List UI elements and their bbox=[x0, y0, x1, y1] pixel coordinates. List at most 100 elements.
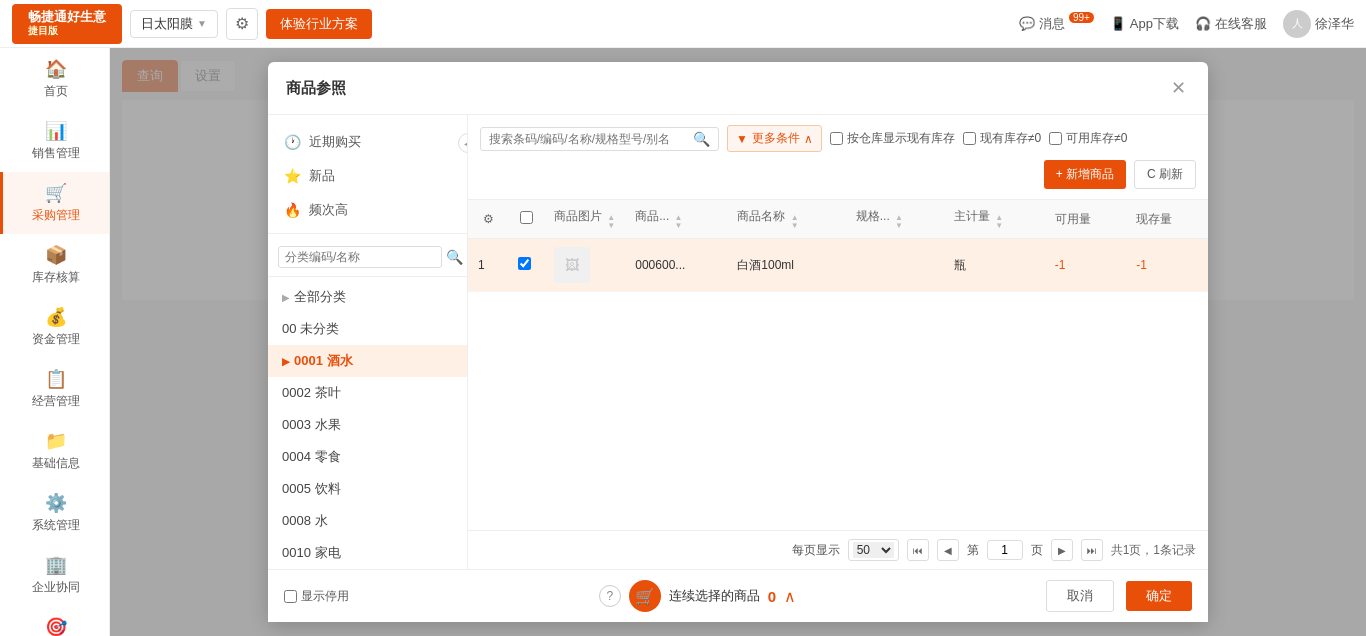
enterprise-icon: 🏢 bbox=[45, 554, 67, 576]
category-fruit[interactable]: 0003 水果 bbox=[268, 409, 467, 441]
first-page-btn[interactable]: ⏮ bbox=[907, 539, 929, 561]
operations-icon: 📋 bbox=[45, 368, 67, 390]
select-all-checkbox[interactable] bbox=[520, 211, 533, 224]
modal-close-button[interactable]: ✕ bbox=[1166, 76, 1190, 100]
product-reference-modal: 商品参照 ✕ 🕐 近期购买 bbox=[268, 62, 1208, 622]
category-all[interactable]: ▶ 全部分类 bbox=[268, 281, 467, 313]
available-not-zero-checkbox[interactable]: 可用库存≠0 bbox=[1049, 130, 1127, 147]
sidebar-item-operations[interactable]: 📋 经营管理 bbox=[0, 358, 109, 420]
category-beverage-label: 0005 饮料 bbox=[282, 480, 341, 498]
username: 徐泽华 bbox=[1315, 15, 1354, 33]
sidebar-label-inventory: 库存核算 bbox=[32, 269, 80, 286]
basic-info-icon: 📁 bbox=[45, 430, 67, 452]
more-filter-label: 更多条件 bbox=[752, 130, 800, 147]
last-page-btn[interactable]: ⏭ bbox=[1081, 539, 1103, 561]
main-area: 查询 设置 商品参照 ✕ bbox=[110, 48, 1366, 636]
available-not-zero-check[interactable] bbox=[1049, 132, 1062, 145]
td-checkbox[interactable] bbox=[508, 239, 544, 292]
stock-not-zero-checkbox[interactable]: 现有库存≠0 bbox=[963, 130, 1041, 147]
toolbar-right: + 新增商品 C 刷新 bbox=[1044, 160, 1196, 189]
home-icon: 🏠 bbox=[45, 58, 67, 80]
category-water-label: 0008 水 bbox=[282, 512, 328, 530]
th-unit[interactable]: 主计量 ▲▼ bbox=[944, 200, 1045, 239]
show-stock-by-warehouse-check[interactable] bbox=[830, 132, 843, 145]
category-liquor-label: 0001 酒水 bbox=[294, 352, 353, 370]
app-download-nav[interactable]: 📱 App下载 bbox=[1110, 15, 1179, 33]
cart-icon-button[interactable]: 🛒 bbox=[629, 580, 661, 612]
customer-service-label: 在线客服 bbox=[1215, 15, 1267, 33]
cancel-button[interactable]: 取消 bbox=[1046, 580, 1114, 612]
sidebar-item-inventory[interactable]: 📦 库存核算 bbox=[0, 234, 109, 296]
sidebar-item-purchase[interactable]: 🛒 采购管理 bbox=[0, 172, 109, 234]
category-tea[interactable]: 0002 茶叶 bbox=[268, 377, 467, 409]
category-appliance[interactable]: 0010 家电 bbox=[268, 537, 467, 569]
category-uncategorized[interactable]: 00 未分类 bbox=[268, 313, 467, 345]
help-icon[interactable]: ? bbox=[599, 585, 621, 607]
category-beverage[interactable]: 0005 饮料 bbox=[268, 473, 467, 505]
sidebar-item-finance[interactable]: 💰 资金管理 bbox=[0, 296, 109, 358]
sort-name-icon: ▲▼ bbox=[791, 214, 799, 230]
td-spec bbox=[846, 239, 944, 292]
add-product-btn[interactable]: + 新增商品 bbox=[1044, 160, 1126, 189]
page-size-select[interactable]: 50 10 20 100 bbox=[853, 542, 894, 558]
sidebar: 🏠 首页 📊 销售管理 🛒 采购管理 📦 库存核算 💰 资金管理 📋 经营管理 … bbox=[0, 48, 110, 636]
product-search-icon[interactable]: 🔍 bbox=[693, 131, 710, 147]
recent-purchase-tab[interactable]: 🕐 近期购买 bbox=[268, 125, 467, 159]
confirm-button[interactable]: 确定 bbox=[1126, 581, 1192, 611]
phone-icon: 📱 bbox=[1110, 16, 1126, 31]
page-number-input[interactable] bbox=[987, 540, 1023, 560]
user-nav[interactable]: 人 徐泽华 bbox=[1283, 10, 1354, 38]
modal-toolbar: 🔍 ▼ 更多条件 ∧ 按仓库显示现有库存 bbox=[468, 115, 1208, 200]
product-table-container: ⚙ 商品图片 ▲▼ bbox=[468, 200, 1208, 530]
sidebar-item-enterprise[interactable]: 🏢 企业协同 bbox=[0, 544, 109, 606]
customer-service-nav[interactable]: 🎧 在线客服 bbox=[1195, 15, 1267, 33]
sidebar-item-basic-info[interactable]: 📁 基础信息 bbox=[0, 420, 109, 482]
show-stock-by-warehouse-checkbox[interactable]: 按仓库显示现有库存 bbox=[830, 130, 955, 147]
table-row[interactable]: 1 🖼 000600... 白酒100ml bbox=[468, 239, 1208, 292]
td-image: 🖼 bbox=[544, 239, 625, 292]
row-checkbox[interactable] bbox=[518, 257, 531, 270]
th-code[interactable]: 商品... ▲▼ bbox=[625, 200, 727, 239]
th-settings[interactable]: ⚙ bbox=[468, 200, 508, 239]
next-page-btn[interactable]: ▶ bbox=[1051, 539, 1073, 561]
sidebar-label-finance: 资金管理 bbox=[32, 331, 80, 348]
th-spec[interactable]: 规格... ▲▼ bbox=[846, 200, 944, 239]
show-disabled-checkbox[interactable]: 显示停用 bbox=[284, 588, 349, 605]
sidebar-item-guide[interactable]: 🎯 新手引导 bbox=[0, 606, 109, 636]
th-image[interactable]: 商品图片 ▲▼ bbox=[544, 200, 625, 239]
product-search-input[interactable] bbox=[489, 132, 689, 146]
sidebar-label-system: 系统管理 bbox=[32, 517, 80, 534]
messages-nav[interactable]: 💬 消息 99+ bbox=[1019, 15, 1094, 33]
th-name[interactable]: 商品名称 ▲▼ bbox=[727, 200, 845, 239]
sidebar-label-sales: 销售管理 bbox=[32, 145, 80, 162]
sidebar-item-system[interactable]: ⚙️ 系统管理 bbox=[0, 482, 109, 544]
available-not-zero-label: 可用库存≠0 bbox=[1066, 130, 1127, 147]
new-products-tab[interactable]: ⭐ 新品 bbox=[268, 159, 467, 193]
store-selector[interactable]: 日太阳膜 ▼ bbox=[130, 10, 218, 38]
category-search-icon[interactable]: 🔍 bbox=[446, 249, 463, 265]
show-disabled-check[interactable] bbox=[284, 590, 297, 603]
message-label: 消息 bbox=[1039, 15, 1065, 33]
sidebar-item-home[interactable]: 🏠 首页 bbox=[0, 48, 109, 110]
th-checkbox bbox=[508, 200, 544, 239]
prev-page-btn[interactable]: ◀ bbox=[937, 539, 959, 561]
category-search-input[interactable] bbox=[278, 246, 442, 268]
message-badge: 99+ bbox=[1069, 12, 1094, 23]
category-snack-label: 0004 零食 bbox=[282, 448, 341, 466]
category-liquor[interactable]: ▶ 0001 酒水 bbox=[268, 345, 467, 377]
td-available: -1 bbox=[1045, 239, 1127, 292]
refresh-btn[interactable]: C 刷新 bbox=[1134, 160, 1196, 189]
collapse-footer-icon[interactable]: ∧ bbox=[784, 587, 796, 606]
clock-icon: 🕐 bbox=[284, 134, 301, 150]
settings-icon[interactable]: ⚙ bbox=[226, 8, 258, 40]
page-size-selector[interactable]: 50 10 20 100 bbox=[848, 539, 899, 561]
sidebar-item-sales[interactable]: 📊 销售管理 bbox=[0, 110, 109, 172]
stock-not-zero-check[interactable] bbox=[963, 132, 976, 145]
product-image-placeholder: 🖼 bbox=[554, 247, 590, 283]
category-snack[interactable]: 0004 零食 bbox=[268, 441, 467, 473]
frequent-tab[interactable]: 🔥 频次高 bbox=[268, 193, 467, 227]
more-filter-btn[interactable]: ▼ 更多条件 ∧ bbox=[727, 125, 822, 152]
category-water[interactable]: 0008 水 bbox=[268, 505, 467, 537]
experience-btn[interactable]: 体验行业方案 bbox=[266, 9, 372, 39]
modal-left-panel: 🕐 近期购买 ⭐ 新品 🔥 频次高 bbox=[268, 115, 468, 569]
